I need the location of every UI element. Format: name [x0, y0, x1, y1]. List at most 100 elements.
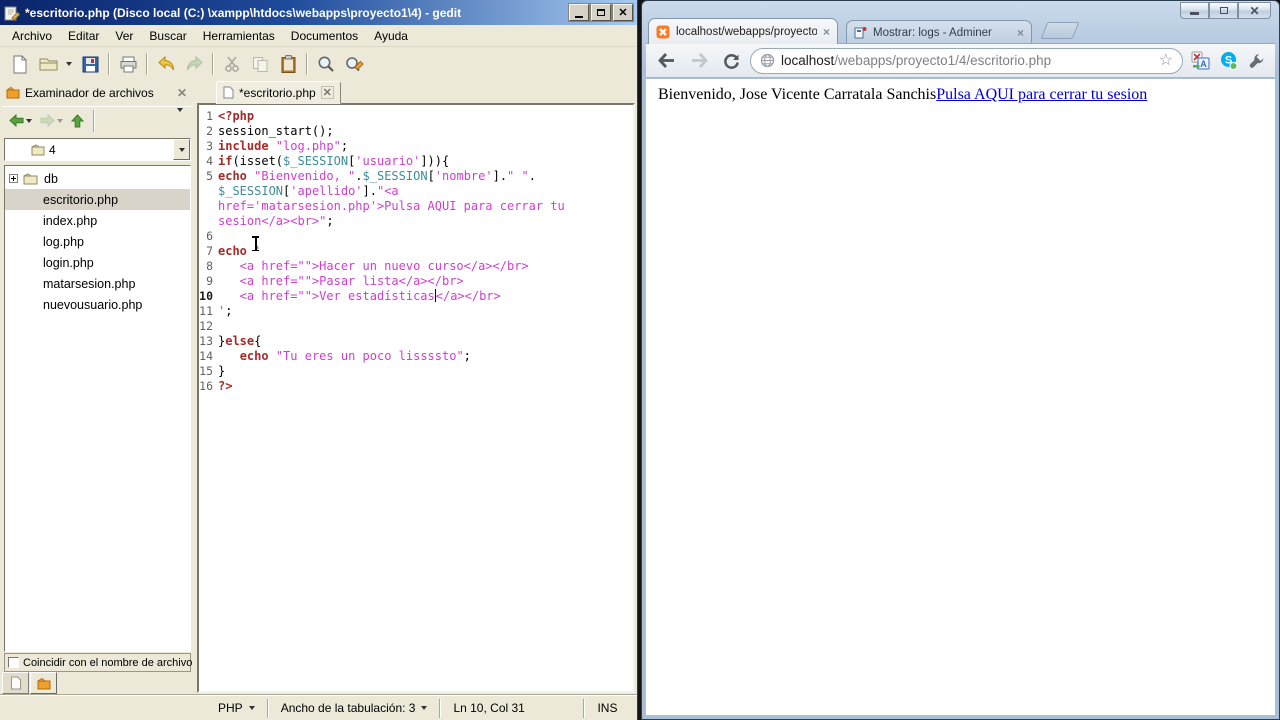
fb-menu-button[interactable]: [171, 107, 189, 130]
fb-back-button[interactable]: [6, 111, 35, 130]
open-dropdown-button[interactable]: [62, 51, 76, 77]
match-filename-checkbox[interactable]: [8, 657, 19, 668]
code-row[interactable]: 8 <a href="">Hacer un nuevo curso</a></b…: [199, 259, 633, 274]
menu-herramientas[interactable]: Herramientas: [195, 26, 283, 46]
code-row[interactable]: 16 ?>: [199, 379, 633, 394]
skype-extension-button[interactable]: S: [1217, 49, 1239, 73]
tab-close-icon[interactable]: ×: [1017, 26, 1024, 40]
document-tab[interactable]: *escritorio.php ✕: [216, 81, 341, 104]
code-row[interactable]: 15}: [199, 364, 633, 379]
code-editor[interactable]: 1 <?php 2 session_start(); 3 include "log.php…: [197, 103, 635, 693]
expander-plus-icon[interactable]: [9, 174, 18, 183]
new-tab-button[interactable]: [1040, 22, 1080, 39]
cut-button[interactable]: [218, 51, 246, 77]
undo-button[interactable]: [152, 51, 180, 77]
tree-item-file[interactable]: index.php: [5, 210, 190, 231]
menu-documentos[interactable]: Documentos: [283, 26, 366, 46]
code-row[interactable]: 13}else{: [199, 334, 633, 349]
code-token: 'usuario': [355, 154, 421, 168]
logout-link[interactable]: Pulsa AQUI para cerrar tu sesion: [936, 86, 1147, 103]
fb-up-button[interactable]: [68, 111, 87, 131]
tree-item-label: matarsesion.php: [43, 276, 136, 291]
code-token: }: [218, 364, 226, 378]
search-button[interactable]: [312, 51, 340, 77]
tree-item-file-selected[interactable]: escritorio.php: [5, 189, 190, 210]
open-button[interactable]: [34, 51, 62, 77]
menu-editar[interactable]: Editar: [60, 26, 107, 46]
close-button[interactable]: ✕: [613, 4, 633, 21]
code-row[interactable]: 5 echo "Bienvenido, ".$_SESSION['nombre']…: [199, 169, 633, 184]
tab-close-icon[interactable]: ×: [823, 25, 830, 39]
side-panel-close-icon[interactable]: ✕: [175, 86, 189, 100]
location-dropdown-button[interactable]: [173, 139, 190, 160]
reload-button[interactable]: [718, 48, 744, 74]
search-replace-button[interactable]: [340, 51, 368, 77]
minimize-button[interactable]: [569, 4, 589, 21]
minimize-button[interactable]: [1180, 2, 1209, 19]
print-button[interactable]: [114, 51, 142, 77]
browser-tab-inactive[interactable]: Mostrar: logs - Adminer ×: [846, 20, 1032, 44]
copy-button[interactable]: [246, 51, 274, 77]
menu-buscar[interactable]: Buscar: [141, 26, 194, 46]
tree-item-folder[interactable]: db: [5, 168, 190, 189]
line-number: 15: [199, 364, 213, 378]
translate-extension-button[interactable]: A: [1189, 49, 1211, 73]
tree-item-file[interactable]: login.php: [5, 252, 190, 273]
new-document-button[interactable]: [6, 51, 34, 77]
code-row[interactable]: sesion</a><br>";: [199, 214, 633, 229]
code-token: (isset(: [232, 154, 284, 168]
code-row[interactable]: 3 include "log.php";: [199, 139, 633, 154]
language-selector[interactable]: PHP: [212, 701, 261, 715]
file-browser-panel-tab[interactable]: [30, 672, 57, 694]
maximize-button[interactable]: [591, 4, 611, 21]
code-row[interactable]: 4 if(isset($_SESSION['usuario'])){: [199, 154, 633, 169]
tree-item-file[interactable]: log.php: [5, 231, 190, 252]
chrome-menu-button[interactable]: [1245, 49, 1267, 73]
redo-button[interactable]: [180, 51, 208, 77]
location-combobox[interactable]: 4: [4, 138, 191, 161]
save-button[interactable]: [76, 51, 104, 77]
back-button[interactable]: [654, 48, 680, 74]
address-bar[interactable]: localhost/webapps/proyecto1/4/escritorio…: [750, 47, 1183, 74]
code-row[interactable]: 1 <?php: [199, 109, 633, 124]
code-row[interactable]: 9 <a href="">Pasar lista</a></br>: [199, 274, 633, 289]
insert-mode-indicator: INS: [597, 701, 618, 715]
fb-forward-button[interactable]: [37, 111, 66, 130]
minimize-icon: [1190, 12, 1199, 15]
forward-arrow-icon: [40, 114, 55, 127]
side-panel-header[interactable]: Examinador de archivos ✕: [2, 81, 193, 104]
code-row[interactable]: href='matarsesion.php'>Pulsa AQUI para c…: [199, 199, 633, 214]
tree-item-file[interactable]: nuevousuario.php: [5, 294, 190, 315]
code-row[interactable]: 7 echo ': [199, 244, 633, 259]
browser-tab-active[interactable]: localhost/webapps/proyecto1/ ×: [648, 18, 838, 44]
language-label: PHP: [218, 701, 243, 715]
tab-width-selector[interactable]: Ancho de la tabulación: 3: [275, 701, 434, 715]
tree-item-file[interactable]: matarsesion.php: [5, 273, 190, 294]
close-button[interactable]: ✕: [1238, 2, 1271, 19]
maximize-button[interactable]: [1209, 2, 1238, 19]
forward-button[interactable]: [686, 48, 712, 74]
code-text[interactable]: 1 <?php 2 session_start(); 3 include "log.php…: [199, 109, 633, 394]
tab-close-icon[interactable]: ✕: [320, 86, 334, 99]
bookmark-star-icon[interactable]: ☆: [1159, 52, 1173, 69]
documents-panel-tab[interactable]: [2, 672, 29, 694]
menu-archivo[interactable]: Archivo: [4, 26, 60, 46]
menu-ver[interactable]: Ver: [107, 26, 141, 46]
code-row[interactable]: 11 ';: [199, 304, 633, 319]
code-token: echo: [239, 349, 269, 363]
match-filename-row[interactable]: Coincidir con el nombre de archivo: [4, 653, 192, 672]
code-row[interactable]: 2 session_start();: [199, 124, 633, 139]
code-row[interactable]: 14 echo "Tu eres un poco lissssto";: [199, 349, 633, 364]
url-text[interactable]: localhost/webapps/proyecto1/4/escritorio…: [781, 53, 1051, 68]
code-token: ;: [340, 139, 349, 153]
file-browser-icon: [37, 677, 50, 689]
code-row[interactable]: 6: [199, 229, 633, 244]
file-browser-panel: Examinador de archivos ✕ 4 db escritorio…: [2, 81, 193, 694]
code-row[interactable]: $_SESSION['apellido']."<a: [199, 184, 633, 199]
code-token: .: [528, 169, 536, 183]
code-row[interactable]: 10 <a href="">Ver estadísticas</a></br>: [199, 289, 633, 304]
gedit-titlebar[interactable]: *escritorio.php (Disco local (C:) \xampp…: [0, 0, 637, 25]
paste-button[interactable]: [274, 51, 302, 77]
menu-ayuda[interactable]: Ayuda: [366, 26, 416, 46]
code-row[interactable]: 12: [199, 319, 633, 334]
